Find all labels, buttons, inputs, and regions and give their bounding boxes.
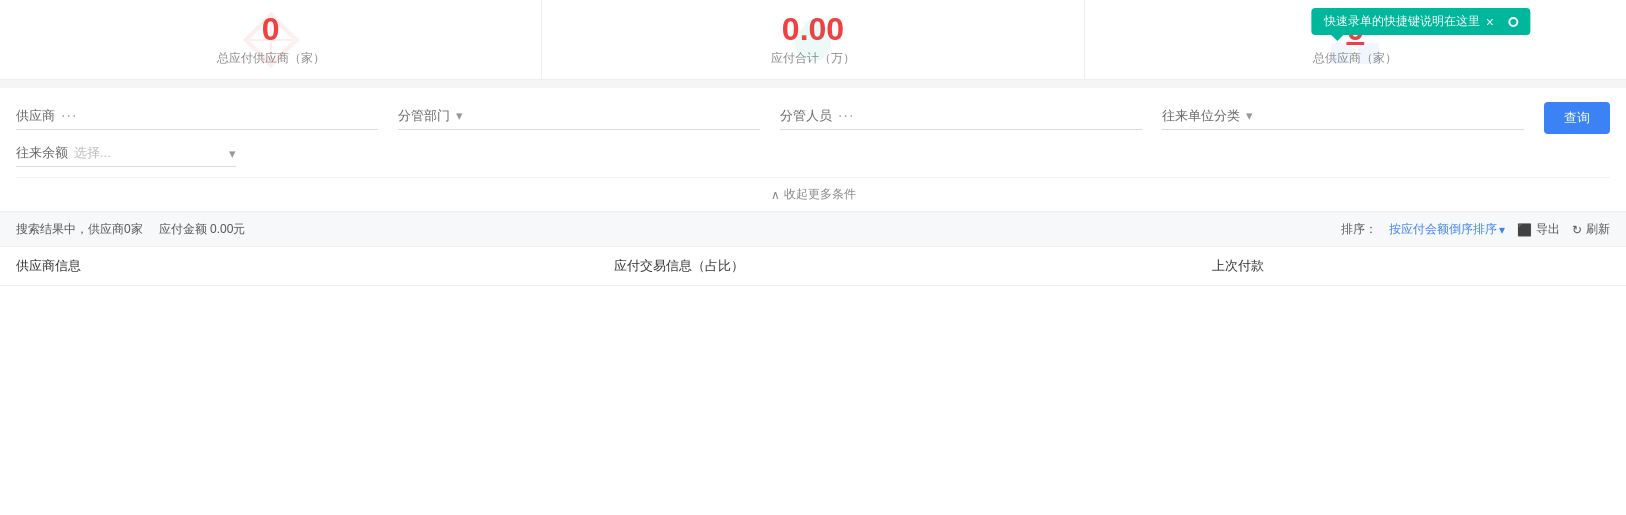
summary-bar: 0 总应付供应商（家） 0.00 应付合计（万） 快速录单的快捷键说明在这里 ×… bbox=[0, 0, 1626, 80]
filter-section: 供应商 ··· 分管部门 ▾ 分管人员 ··· 往来单位分类 ▾ 查询 bbox=[0, 88, 1626, 212]
filter-department: 分管部门 ▾ bbox=[398, 107, 760, 130]
sort-label: 排序： bbox=[1341, 221, 1377, 238]
unit-category-dropdown-icon: ▾ bbox=[1246, 108, 1253, 123]
tooltip-close-button[interactable]: × bbox=[1486, 15, 1494, 29]
svg-point-4 bbox=[804, 19, 822, 37]
supplier-input[interactable]: ··· bbox=[61, 107, 378, 125]
piggy-icon bbox=[783, 10, 843, 70]
department-label: 分管部门 bbox=[398, 107, 450, 125]
col-header-last-payment: 上次付款 bbox=[1212, 257, 1611, 275]
collapse-up-icon: ∧ bbox=[771, 188, 780, 202]
filter-manager: 分管人员 ··· bbox=[780, 107, 1142, 130]
filter-balance: 往来余额 选择... ▾ bbox=[16, 144, 236, 167]
summary-item-total-suppliers: 快速录单的快捷键说明在这里 × 0 总供应商（家） bbox=[1085, 0, 1626, 79]
diamond-icon bbox=[243, 12, 299, 68]
summary-item-payable-suppliers: 0 总应付供应商（家） bbox=[0, 0, 542, 79]
balance-placeholder: 选择... bbox=[74, 144, 111, 162]
tooltip-text: 快速录单的快捷键说明在这里 bbox=[1324, 13, 1480, 30]
refresh-button[interactable]: ↻ 刷新 bbox=[1572, 221, 1610, 238]
table-body bbox=[0, 286, 1626, 515]
supplier-label: 供应商 bbox=[16, 107, 55, 125]
supplier-dots: ··· bbox=[61, 107, 77, 125]
export-label: 导出 bbox=[1536, 221, 1560, 238]
filter-row-1: 供应商 ··· 分管部门 ▾ 分管人员 ··· 往来单位分类 ▾ 查询 bbox=[16, 102, 1610, 134]
export-icon: ⬛ bbox=[1517, 223, 1532, 237]
svg-rect-8 bbox=[1331, 43, 1352, 64]
result-bar: 搜索结果中，供应商0家 应付金额 0.00元 排序： 按应付会额倒序排序 ▾ ⬛… bbox=[0, 213, 1626, 247]
result-actions: 排序： 按应付会额倒序排序 ▾ ⬛ 导出 ↻ 刷新 bbox=[1341, 221, 1610, 238]
collapse-button[interactable]: ∧ 收起更多条件 bbox=[771, 186, 856, 203]
filter-unit-category: 往来单位分类 ▾ bbox=[1162, 107, 1524, 130]
sort-select[interactable]: 按应付会额倒序排序 ▾ bbox=[1389, 221, 1505, 238]
unit-category-input[interactable]: ▾ bbox=[1246, 108, 1524, 123]
result-amount: 应付金额 0.00元 bbox=[159, 221, 246, 238]
query-button[interactable]: 查询 bbox=[1544, 102, 1610, 134]
result-summary: 搜索结果中，供应商0家 应付金额 0.00元 bbox=[16, 221, 245, 238]
unit-category-label: 往来单位分类 bbox=[1162, 107, 1240, 125]
col-header-transaction-info: 应付交易信息（占比） bbox=[614, 257, 1212, 275]
filter-row-2: 往来余额 选择... ▾ bbox=[16, 144, 1610, 167]
manager-dots: ··· bbox=[838, 107, 854, 125]
summary-item-payable-total: 0.00 应付合计（万） bbox=[542, 0, 1084, 79]
filter-supplier: 供应商 ··· bbox=[16, 107, 378, 130]
svg-rect-5 bbox=[804, 35, 822, 38]
tooltip-dot bbox=[1508, 17, 1518, 27]
result-supplier-count: 搜索结果中，供应商0家 bbox=[16, 221, 143, 238]
refresh-icon: ↻ bbox=[1572, 223, 1582, 237]
manager-label: 分管人员 bbox=[780, 107, 832, 125]
department-dropdown-icon: ▾ bbox=[456, 108, 463, 123]
table-header: 供应商信息 应付交易信息（占比） 上次付款 bbox=[0, 247, 1626, 286]
svg-rect-9 bbox=[1358, 43, 1379, 64]
col-header-supplier-info: 供应商信息 bbox=[16, 257, 614, 275]
sort-option-label: 按应付会额倒序排序 bbox=[1389, 221, 1497, 238]
balance-dropdown-icon: ▾ bbox=[229, 146, 236, 161]
tooltip-bubble[interactable]: 快速录单的快捷键说明在这里 × bbox=[1312, 8, 1530, 35]
sort-dropdown-icon: ▾ bbox=[1499, 223, 1505, 237]
department-input[interactable]: ▾ bbox=[456, 108, 760, 123]
export-button[interactable]: ⬛ 导出 bbox=[1517, 221, 1560, 238]
balance-label: 往来余额 bbox=[16, 144, 68, 162]
collapse-label: 收起更多条件 bbox=[784, 186, 856, 203]
manager-input[interactable]: ··· bbox=[838, 107, 1142, 125]
collapse-bar: ∧ 收起更多条件 bbox=[16, 177, 1610, 211]
refresh-label: 刷新 bbox=[1586, 221, 1610, 238]
balance-input[interactable]: 选择... ▾ bbox=[74, 144, 236, 162]
